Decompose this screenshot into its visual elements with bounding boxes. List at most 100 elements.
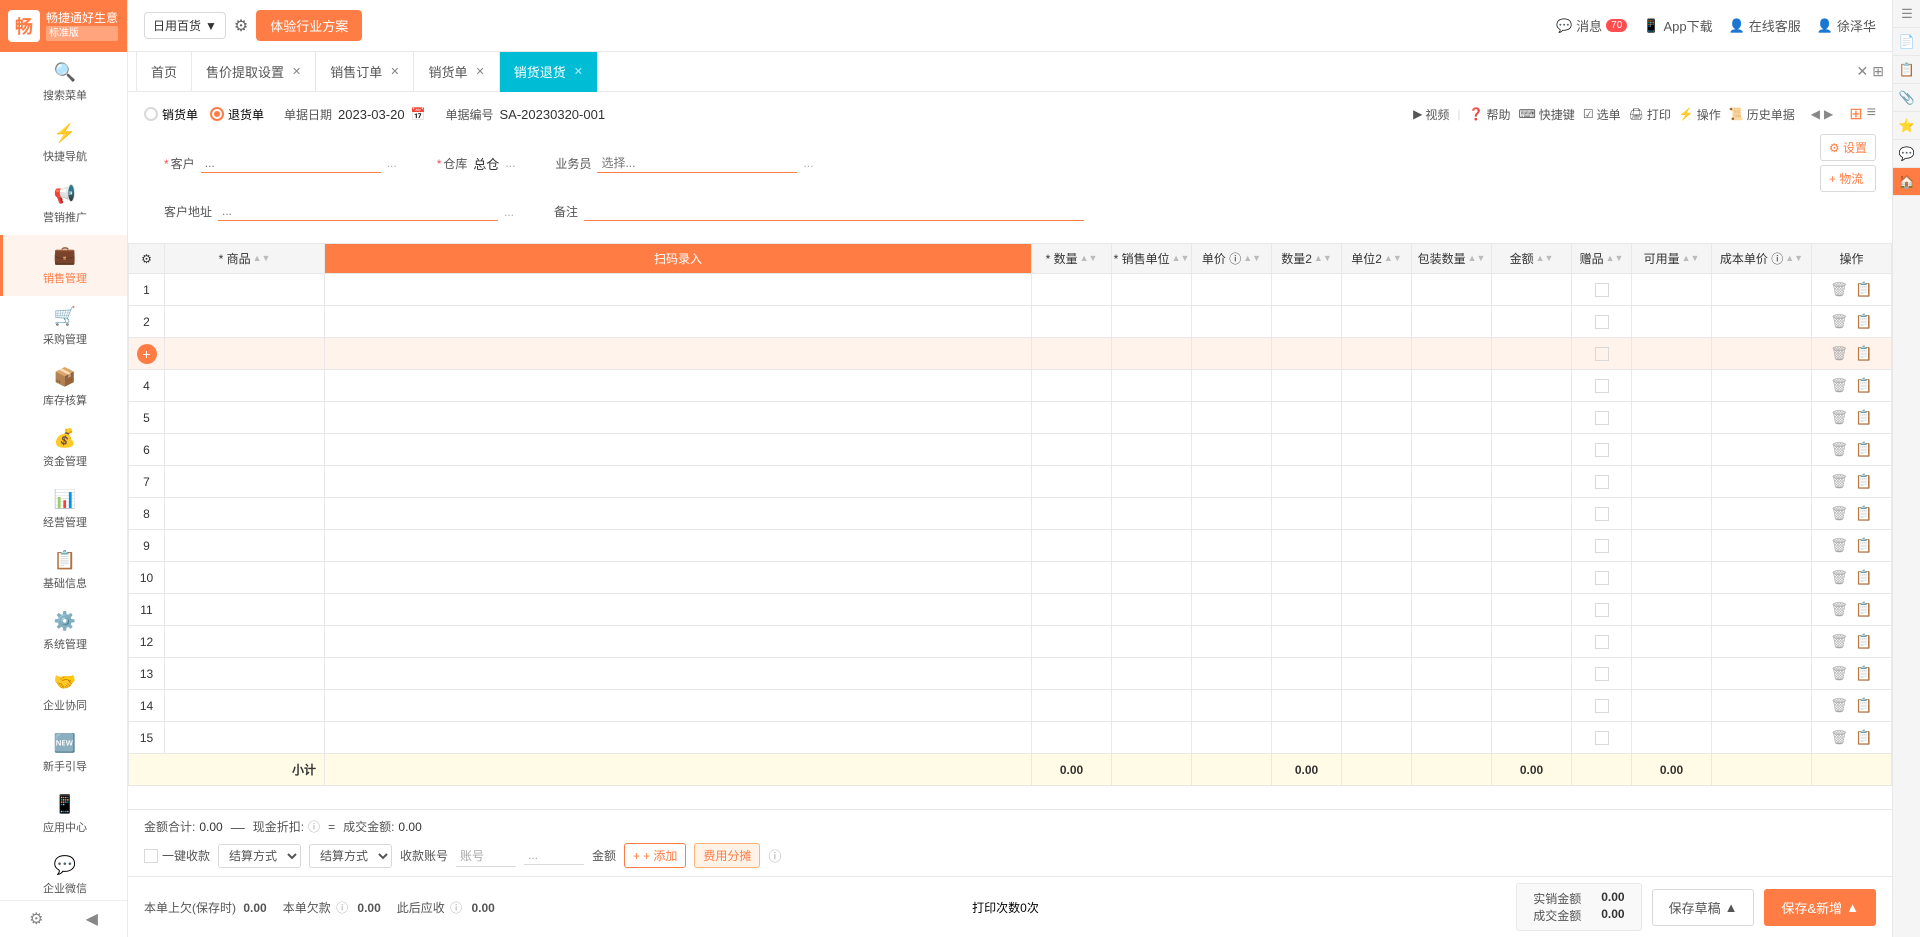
right-panel-btn-3[interactable]: 📋 — [1893, 56, 1920, 84]
tab-close-icon[interactable]: ✕ — [574, 65, 583, 78]
list-view-btn[interactable]: ≡ — [1867, 104, 1876, 124]
tab-close-icon[interactable]: ✕ — [390, 65, 399, 78]
split-help-icon[interactable]: ⓘ — [768, 846, 781, 865]
product-input[interactable] — [169, 346, 320, 361]
radio-sales[interactable]: 销货单 — [144, 106, 198, 123]
user-avatar[interactable]: 👤 徐泽华 — [1817, 16, 1876, 35]
sidebar-item-finance[interactable]: 💰 资金管理 — [0, 418, 127, 479]
trial-button[interactable]: 体验行业方案 — [256, 10, 362, 41]
product-cell[interactable] — [165, 306, 325, 338]
sidebar-item-enterprise[interactable]: 🤝 企业协同 — [0, 662, 127, 723]
amount-dots[interactable]: ... — [524, 846, 584, 865]
breadcrumb-select[interactable]: 日用百货 ▼ — [144, 12, 226, 39]
th-scan[interactable]: 扫码录入 — [325, 244, 1032, 274]
product-cell[interactable] — [165, 434, 325, 466]
copy-row-btn[interactable]: 📋 — [1855, 537, 1872, 553]
delete-row-btn[interactable]: 🗑 — [1830, 313, 1848, 329]
gift-checkbox[interactable] — [1595, 635, 1609, 649]
customer-dots[interactable]: ... — [387, 156, 397, 170]
tab-home[interactable]: 首页 — [136, 52, 192, 92]
product-cell-active[interactable] — [165, 338, 325, 370]
column-settings-btn[interactable]: ⚙ 设置 — [1820, 134, 1876, 161]
sidebar-collapse-btn[interactable]: ◀ — [86, 909, 98, 929]
sidebar-item-guide[interactable]: 🆕 新手引导 — [0, 723, 127, 784]
delete-row-btn[interactable]: 🗑 — [1830, 377, 1848, 393]
right-panel-btn-6[interactable]: 💬 — [1893, 140, 1920, 168]
delete-row-btn[interactable]: 🗑 — [1830, 281, 1848, 297]
close-window-btn[interactable]: ✕ — [1857, 63, 1869, 80]
sidebar-item-marketing[interactable]: 📢 营销推广 — [0, 174, 127, 235]
gift-checkbox[interactable] — [1595, 347, 1609, 361]
gift-checkbox[interactable] — [1595, 315, 1609, 329]
customer-input[interactable] — [201, 154, 381, 173]
copy-row-btn[interactable]: 📋 — [1855, 409, 1872, 425]
select-btn[interactable]: ☑ 选单 — [1583, 106, 1621, 123]
sidebar-item-sales[interactable]: 💼 销售管理 — [0, 235, 127, 296]
right-panel-btn-7[interactable]: 🏠 — [1893, 168, 1920, 196]
sidebar-item-system[interactable]: ⚙️ 系统管理 — [0, 601, 127, 662]
table-view-btn[interactable]: ⊞ — [1849, 104, 1862, 124]
gift-checkbox[interactable] — [1595, 443, 1609, 457]
delete-row-btn[interactable]: 🗑 — [1830, 505, 1848, 521]
delete-row-btn[interactable]: 🗑 — [1830, 633, 1848, 649]
sidebar-item-basic[interactable]: 📋 基础信息 — [0, 540, 127, 601]
sidebar-item-inventory[interactable]: 📦 库存核算 — [0, 357, 127, 418]
sidebar-item-purchase[interactable]: 🛒 采购管理 — [0, 296, 127, 357]
address-dots[interactable]: ... — [504, 205, 514, 219]
right-panel-btn-5[interactable]: ⭐ — [1893, 112, 1920, 140]
radio-return[interactable]: 退货单 — [210, 106, 264, 123]
payment-checkbox[interactable] — [144, 849, 158, 863]
tab-sale-price[interactable]: 售价提取设置 ✕ — [192, 52, 316, 92]
copy-row-btn[interactable]: 📋 — [1855, 441, 1872, 457]
product-cell[interactable] — [165, 690, 325, 722]
delete-row-btn[interactable]: 🗑 — [1830, 409, 1848, 425]
calc-method-select[interactable]: 结算方式 — [309, 844, 392, 868]
delete-row-btn[interactable]: 🗑 — [1830, 441, 1848, 457]
online-service-btn[interactable]: 👤 在线客服 — [1729, 16, 1801, 35]
tab-sale-goods[interactable]: 销货单 ✕ — [414, 52, 499, 92]
gift-checkbox[interactable] — [1595, 507, 1609, 521]
copy-row-btn[interactable]: 📋 — [1855, 505, 1872, 521]
delete-row-btn[interactable]: 🗑 — [1830, 601, 1848, 617]
copy-row-btn[interactable]: 📋 — [1855, 633, 1872, 649]
next-record-btn[interactable]: ▶ — [1824, 107, 1833, 121]
settle-method-select[interactable]: 结算方式 — [218, 844, 301, 868]
right-panel-btn-4[interactable]: 📎 — [1893, 84, 1920, 112]
product-cell[interactable] — [165, 370, 325, 402]
history-btn[interactable]: 📜 历史单据 — [1729, 106, 1795, 123]
gift-checkbox[interactable] — [1595, 667, 1609, 681]
video-btn[interactable]: ▶ 视频 — [1413, 106, 1449, 123]
copy-row-btn[interactable]: 📋 — [1855, 601, 1872, 617]
product-cell[interactable] — [165, 274, 325, 306]
salesperson-input[interactable] — [597, 154, 797, 173]
gift-checkbox[interactable] — [1595, 571, 1609, 585]
product-cell[interactable] — [165, 562, 325, 594]
tab-sale-order[interactable]: 销售订单 ✕ — [316, 52, 414, 92]
print-btn[interactable]: 🖨 打印 — [1629, 106, 1671, 123]
copy-row-btn[interactable]: 📋 — [1855, 697, 1872, 713]
delete-row-btn[interactable]: 🗑 — [1830, 729, 1848, 745]
delete-row-btn[interactable]: 🗑 — [1830, 345, 1848, 361]
app-download-btn[interactable]: 📱 App下载 — [1643, 16, 1712, 35]
gift-checkbox[interactable] — [1595, 539, 1609, 553]
salesperson-dots[interactable]: ... — [803, 156, 813, 170]
sidebar-item-shortcut[interactable]: ⚡ 快捷导航 — [0, 113, 127, 174]
save-draft-button[interactable]: 保存草稿 ▲ — [1652, 889, 1755, 926]
right-panel-btn-1[interactable]: ☰ — [1893, 0, 1920, 28]
tab-close-icon[interactable]: ✕ — [476, 65, 485, 78]
product-cell[interactable] — [165, 498, 325, 530]
copy-row-btn[interactable]: 📋 — [1855, 345, 1872, 361]
discount-help-icon[interactable]: ⓘ — [308, 818, 320, 835]
product-cell[interactable] — [165, 626, 325, 658]
delete-row-btn[interactable]: 🗑 — [1830, 569, 1848, 585]
delete-row-btn[interactable]: 🗑 — [1830, 537, 1848, 553]
add-logistics-btn[interactable]: + 物流 — [1820, 165, 1876, 192]
shortcuts-btn[interactable]: ⌨ 快捷键 — [1518, 106, 1574, 123]
copy-row-btn[interactable]: 📋 — [1855, 281, 1872, 297]
note-input[interactable] — [584, 202, 1084, 221]
calendar-icon[interactable]: 📅 — [411, 107, 426, 121]
warehouse-dots[interactable]: ... — [505, 156, 515, 170]
sidebar-settings-btn[interactable]: ⚙ — [29, 909, 43, 929]
gift-checkbox[interactable] — [1595, 699, 1609, 713]
right-panel-btn-2[interactable]: 📄 — [1893, 28, 1920, 56]
